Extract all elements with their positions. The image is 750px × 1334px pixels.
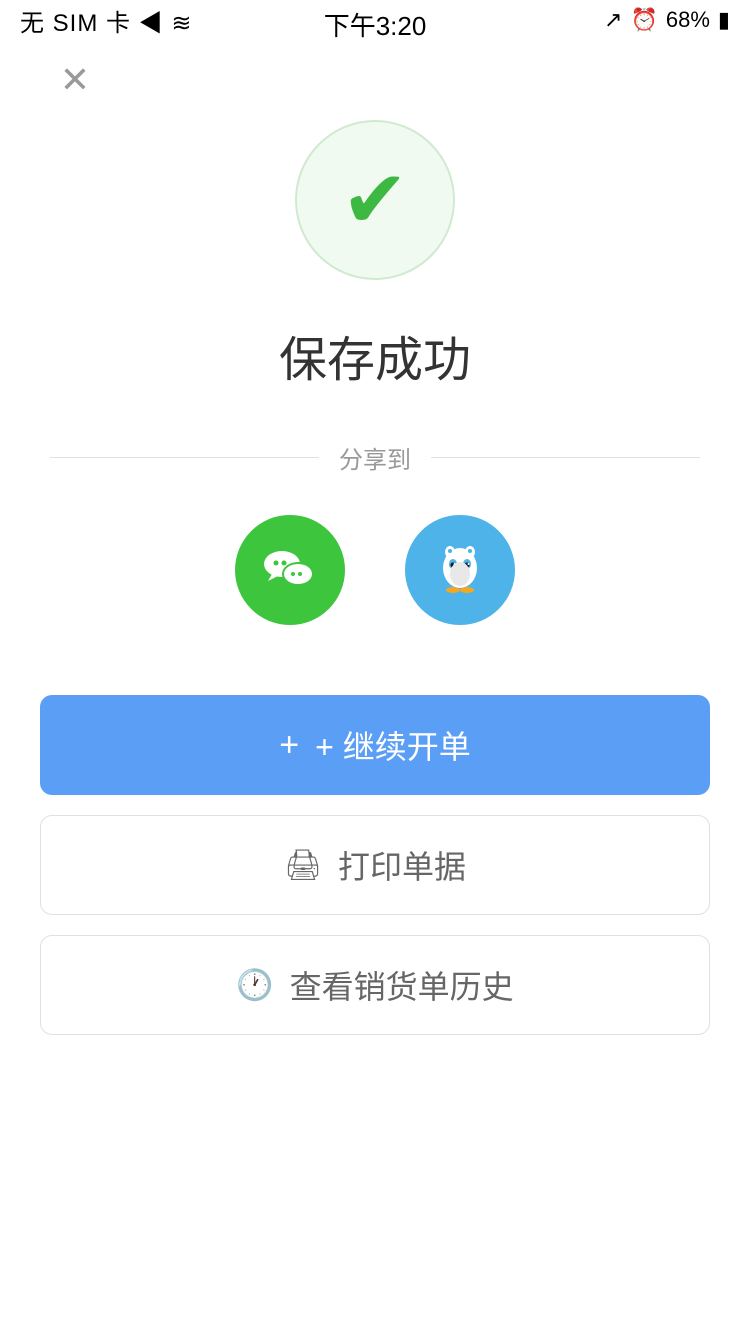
- continue-button[interactable]: + + 继续开单: [40, 695, 710, 795]
- action-buttons: + + 继续开单 🖨 打印单据 🕐 查看销货单历史: [0, 695, 750, 1035]
- print-icon: 🖨: [284, 848, 322, 883]
- print-label: 打印单据: [338, 842, 466, 888]
- continue-label: + 继续开单: [315, 722, 471, 768]
- success-title: 保存成功: [279, 320, 471, 390]
- close-icon: ✕: [60, 62, 90, 98]
- qq-share-button[interactable]: [405, 515, 515, 625]
- divider-line-left: [50, 457, 319, 458]
- success-circle: ✔: [295, 120, 455, 280]
- share-icons: [235, 515, 515, 625]
- qq-icon: [428, 538, 493, 603]
- close-button[interactable]: ✕: [50, 55, 100, 105]
- history-label: 查看销货单历史: [290, 962, 514, 1008]
- status-time: 下午3:20: [324, 6, 427, 43]
- status-left: 无 SIM 卡 ◀ ≋: [20, 3, 192, 38]
- battery-icon: ▮: [718, 7, 730, 33]
- history-button[interactable]: 🕐 查看销货单历史: [40, 935, 710, 1035]
- divider-line-right: [431, 457, 700, 458]
- wechat-share-button[interactable]: [235, 515, 345, 625]
- location-icon: ↗: [604, 7, 622, 33]
- wechat-icon: [258, 538, 323, 603]
- status-right: ↗ ⏰ 68% ▮: [604, 7, 730, 33]
- status-bar: 无 SIM 卡 ◀ ≋ 下午3:20 ↗ ⏰ 68% ▮: [0, 0, 750, 40]
- share-label: 分享到: [319, 440, 431, 475]
- alarm-icon: ⏰: [630, 7, 657, 33]
- share-divider: 分享到: [0, 440, 750, 475]
- checkmark-icon: ✔: [341, 160, 408, 240]
- print-button[interactable]: 🖨 打印单据: [40, 815, 710, 915]
- plus-icon: +: [279, 726, 299, 765]
- main-content: ✔ 保存成功 分享到: [0, 40, 750, 1035]
- battery-percent: 68%: [666, 7, 710, 33]
- history-icon: 🕐: [236, 968, 273, 1003]
